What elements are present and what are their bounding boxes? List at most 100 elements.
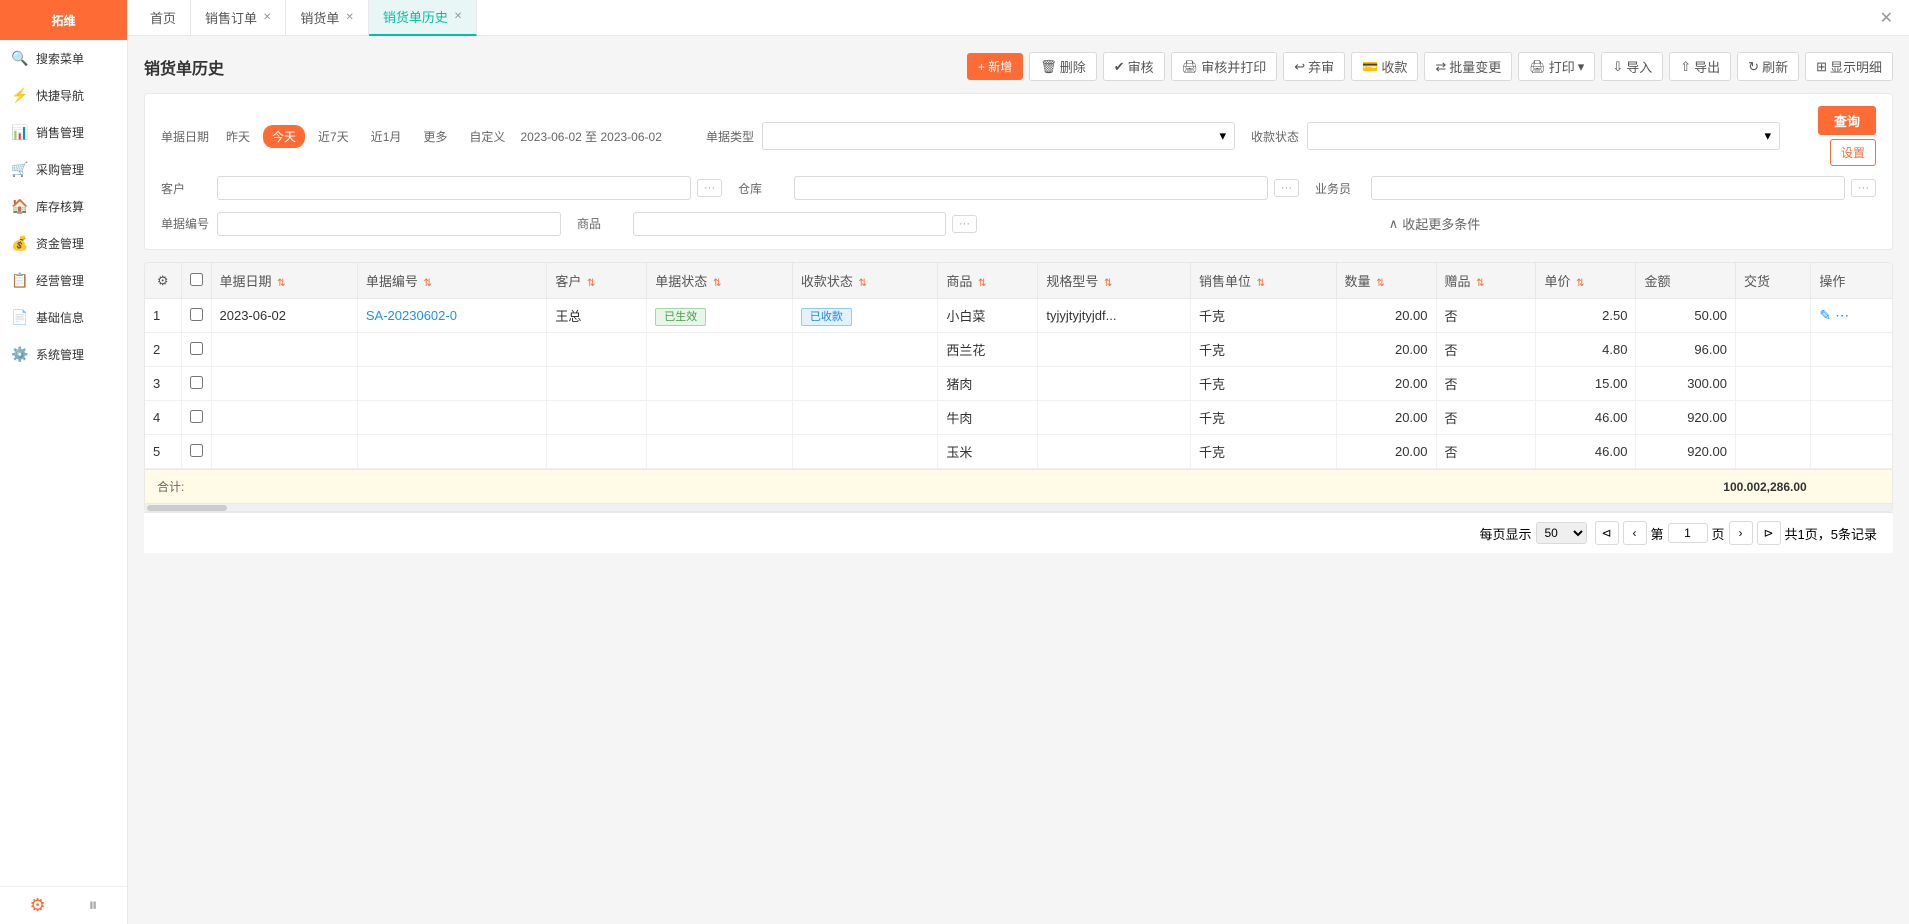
refresh-button[interactable]: ↻ 刷新: [1737, 52, 1799, 81]
col-doc-date[interactable]: 单据日期 ⇅: [211, 263, 357, 299]
col-qty[interactable]: 数量 ⇅: [1336, 263, 1436, 299]
row-checkbox[interactable]: [190, 410, 203, 423]
tab-close-all[interactable]: ✕: [1872, 8, 1901, 28]
row-checkbox[interactable]: [190, 444, 203, 457]
sidebar-settings-icon[interactable]: ⚙: [29, 895, 45, 916]
prev-page-button[interactable]: ‹: [1623, 521, 1647, 545]
per-page-select[interactable]: 50 100 200: [1536, 522, 1587, 544]
date-tag-yesterday[interactable]: 昨天: [217, 125, 259, 148]
tab-sales-history[interactable]: 销货单历史 ✕: [369, 0, 477, 36]
audit-print-button[interactable]: 🖨 审核并打印: [1171, 52, 1278, 81]
tab-sales-order-close[interactable]: ✕: [263, 12, 271, 23]
sidebar-collapse-icon[interactable]: ⏸: [89, 895, 98, 916]
filter-salesperson-input[interactable]: [1371, 176, 1845, 200]
cell-action: [1811, 333, 1892, 367]
sidebar-item-quick-nav[interactable]: ⚡ 快捷导航: [0, 77, 127, 114]
display-button[interactable]: ⊞ 显示明细: [1805, 52, 1893, 81]
horizontal-scrollbar[interactable]: [145, 503, 1892, 511]
collapse-button[interactable]: ∧ 收起更多条件: [1385, 210, 1485, 237]
print-button[interactable]: 🖨 打印 ▾: [1518, 52, 1595, 81]
new-button[interactable]: + 新增: [967, 53, 1023, 80]
cell-unit: 千克: [1191, 299, 1337, 333]
filter-doc-no-input[interactable]: [217, 212, 561, 236]
sidebar-item-system-mgmt[interactable]: ⚙️ 系统管理: [0, 336, 127, 373]
date-tag-more[interactable]: 更多: [414, 125, 456, 148]
import-button[interactable]: ⇩ 导入: [1601, 52, 1663, 81]
row-checkbox[interactable]: [190, 376, 203, 389]
sidebar-item-purchase-mgmt[interactable]: 🛒 采购管理: [0, 151, 127, 188]
page-number-input[interactable]: [1668, 523, 1708, 543]
collect-button[interactable]: 💳 收款: [1351, 52, 1418, 81]
edit-icon[interactable]: ✎: [1819, 307, 1831, 324]
cell-unit: 千克: [1191, 401, 1337, 435]
search-menu-icon: 🔍: [12, 51, 28, 67]
sidebar-item-search-menu[interactable]: 🔍 搜索菜单: [0, 40, 127, 77]
last-page-button[interactable]: ⊳: [1757, 521, 1781, 545]
col-unit[interactable]: 销售单位 ⇅: [1191, 263, 1337, 299]
tab-home[interactable]: 首页: [136, 0, 191, 36]
first-page-button[interactable]: ⊲: [1595, 521, 1619, 545]
abandon-button[interactable]: ↩ 弃审: [1283, 52, 1345, 81]
date-tag-custom[interactable]: 自定义: [460, 125, 514, 148]
delete-button[interactable]: 🗑 删除: [1029, 52, 1097, 81]
audit-button[interactable]: ✔ 审核: [1103, 52, 1165, 81]
filter-doc-type-select[interactable]: ▾: [762, 122, 1235, 150]
sidebar-item-operations[interactable]: 📋 经营管理: [0, 262, 127, 299]
col-gift[interactable]: 赠品 ⇅: [1436, 263, 1536, 299]
col-settings[interactable]: ⚙: [145, 263, 181, 299]
salesperson-ellipsis[interactable]: ···: [1851, 179, 1876, 197]
sidebar-item-finance[interactable]: 💰 资金管理: [0, 225, 127, 262]
col-doc-status[interactable]: 单据状态 ⇅: [647, 263, 793, 299]
tab-sales-history-close[interactable]: ✕: [454, 11, 462, 22]
cell-goods: 牛肉: [938, 401, 1038, 435]
row-checkbox[interactable]: [190, 342, 203, 355]
date-tag-7days[interactable]: 近7天: [309, 125, 358, 148]
sidebar-item-sales-mgmt[interactable]: 📊 销售管理: [0, 114, 127, 151]
cell-checkbox[interactable]: [181, 299, 211, 333]
col-goods[interactable]: 商品 ⇅: [938, 263, 1038, 299]
cell-transaction: [1735, 401, 1810, 435]
col-spec[interactable]: 规格型号 ⇅: [1038, 263, 1191, 299]
date-tag-today[interactable]: 今天: [263, 125, 305, 148]
next-page-button[interactable]: ›: [1729, 521, 1753, 545]
tab-sales-delivery[interactable]: 销货单 ✕: [286, 0, 368, 36]
cell-checkbox[interactable]: [181, 367, 211, 401]
sidebar-item-inventory[interactable]: 🏠 库存核算: [0, 188, 127, 225]
filter-settings-button[interactable]: 设置: [1830, 139, 1876, 166]
col-checkbox[interactable]: [181, 263, 211, 299]
row-checkbox[interactable]: [190, 308, 203, 321]
cell-transaction: [1735, 299, 1810, 333]
batch-change-button[interactable]: ⇄ 批量变更: [1424, 52, 1512, 81]
filter-payment-select[interactable]: ▾: [1307, 122, 1780, 150]
export-button[interactable]: ⇧ 导出: [1669, 52, 1731, 81]
cell-doc-date: [211, 401, 357, 435]
col-price[interactable]: 单价 ⇅: [1536, 263, 1636, 299]
col-transaction-label: 交货: [1744, 274, 1770, 289]
cell-customer: [547, 333, 647, 367]
cell-customer: [547, 367, 647, 401]
cell-checkbox[interactable]: [181, 401, 211, 435]
sidebar-item-label-operations: 经营管理: [36, 272, 84, 289]
col-payment-status[interactable]: 收款状态 ⇅: [792, 263, 938, 299]
warehouse-ellipsis[interactable]: ···: [1274, 179, 1299, 197]
more-icon[interactable]: ⋯: [1835, 307, 1849, 324]
cell-checkbox[interactable]: [181, 435, 211, 469]
import-icon: ⇩: [1612, 59, 1623, 75]
tab-sales-order[interactable]: 销售订单 ✕: [191, 0, 286, 36]
cell-checkbox[interactable]: [181, 333, 211, 367]
doc-no-link[interactable]: SA-20230602-0: [366, 308, 457, 323]
sidebar-item-basic-info[interactable]: 📄 基础信息: [0, 299, 127, 336]
date-tag-1month[interactable]: 近1月: [362, 125, 411, 148]
filter-warehouse-input[interactable]: [794, 176, 1268, 200]
col-customer[interactable]: 客户 ⇅: [547, 263, 647, 299]
filter-customer-input[interactable]: [217, 176, 691, 200]
query-button[interactable]: 查询: [1818, 106, 1876, 135]
customer-ellipsis[interactable]: ···: [697, 179, 722, 197]
scroll-thumb[interactable]: [147, 505, 227, 511]
sidebar-item-label-inventory: 库存核算: [36, 198, 84, 215]
goods-ellipsis[interactable]: ···: [952, 215, 977, 233]
tab-sales-delivery-close[interactable]: ✕: [345, 12, 353, 23]
filter-goods-input[interactable]: [633, 212, 946, 236]
col-doc-no[interactable]: 单据编号 ⇅: [357, 263, 546, 299]
select-all-checkbox[interactable]: [190, 273, 203, 286]
